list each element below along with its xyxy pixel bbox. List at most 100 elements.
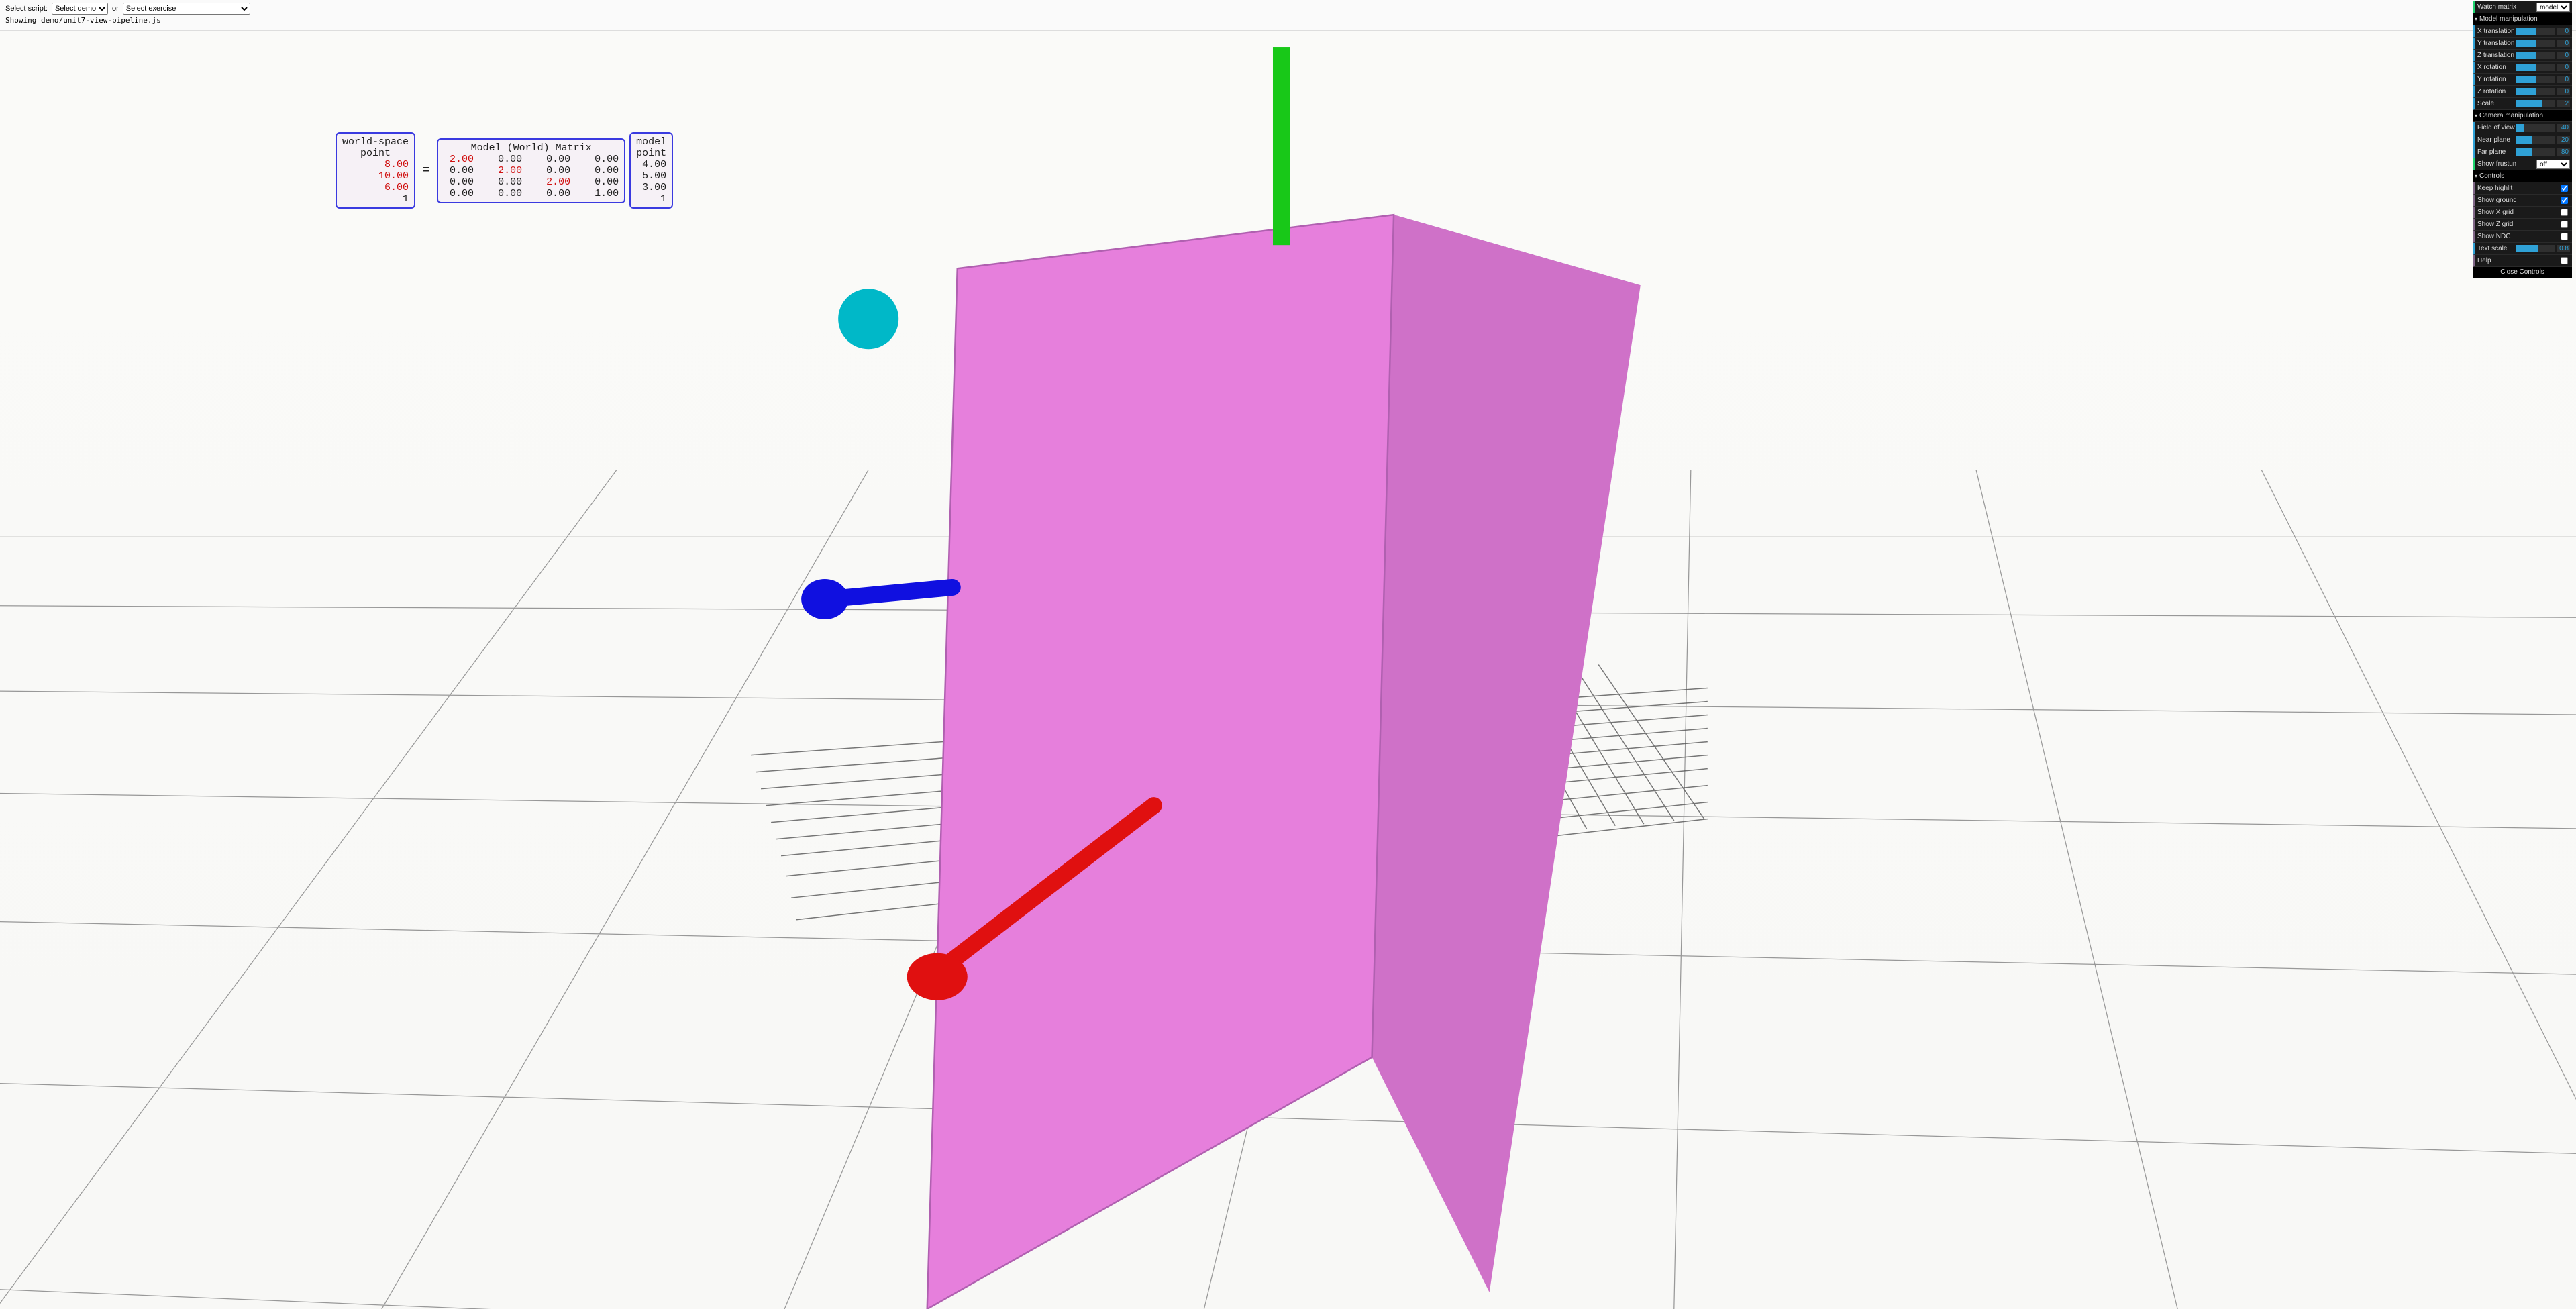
world-row-3: 1 (342, 193, 409, 205)
slider-far-plane[interactable] (2516, 148, 2555, 156)
model-row-1: 5.00 (636, 170, 666, 182)
control-label: Keep highlit (2477, 185, 2516, 192)
slider-y-rotation[interactable] (2516, 76, 2555, 83)
close-controls-button[interactable]: Close Controls (2473, 267, 2572, 278)
control-z-translation: Z translation 0 (2473, 50, 2572, 62)
checkbox-show-ndc[interactable] (2561, 233, 2568, 240)
slider-y-translation[interactable] (2516, 40, 2555, 47)
matrix-row-3: 0.00 0.00 0.00 1.00 (444, 188, 619, 199)
checkbox-keep-highlit[interactable] (2561, 185, 2568, 192)
control-label: X translation (2477, 28, 2516, 35)
select-demo-dropdown[interactable]: Select demo (52, 3, 108, 15)
model-row-3: 1 (636, 193, 666, 205)
model-row-2: 3.00 (636, 182, 666, 193)
control-field-of-view: Field of view 40 (2473, 122, 2572, 134)
slider-field-of-view[interactable] (2516, 124, 2555, 132)
value-y-translation[interactable]: 0 (2557, 40, 2570, 47)
world-row-1: 10.00 (342, 170, 409, 182)
control-label: Show Z grid (2477, 221, 2516, 228)
model-point-box: modelpoint 4.00 5.00 3.00 1 (629, 132, 673, 209)
cube (927, 215, 1641, 1309)
control-near-plane: Near plane 20 (2473, 134, 2572, 146)
section-header[interactable]: ▾Model manipulation (2473, 13, 2572, 25)
control-show-frustum: Show frustum offon (2473, 158, 2572, 170)
select-script-label: Select script: (5, 5, 48, 13)
checkbox-show-z-grid[interactable] (2561, 221, 2568, 228)
or-label: or (112, 5, 119, 13)
slider-near-plane[interactable] (2516, 136, 2555, 144)
control-label: Text scale (2477, 245, 2516, 252)
control-x-rotation: X rotation 0 (2473, 62, 2572, 74)
model-row-0: 4.00 (636, 159, 666, 170)
matrix-overlay: world-spacepoint 8.00 10.00 6.00 1 = Mod… (336, 132, 673, 209)
control-label: Help (2477, 257, 2516, 264)
control-label: Near plane (2477, 136, 2516, 144)
value-x-rotation[interactable]: 0 (2557, 64, 2570, 71)
control-far-plane: Far plane 80 (2473, 146, 2572, 158)
value-field-of-view[interactable]: 40 (2557, 124, 2570, 132)
control-show-ndc: Show NDC (2473, 231, 2572, 243)
control-label: Y translation (2477, 40, 2516, 47)
control-label: X rotation (2477, 64, 2516, 71)
control-label: Y rotation (2477, 76, 2516, 83)
value-near-plane[interactable]: 20 (2557, 136, 2570, 144)
control-label: Far plane (2477, 148, 2516, 156)
control-label: Z rotation (2477, 88, 2516, 95)
showing-path: Showing demo/unit7-view-pipeline.js (5, 16, 2571, 25)
value-text-scale[interactable]: 0.8 (2557, 245, 2570, 252)
control-label: Show X grid (2477, 209, 2516, 216)
section-header[interactable]: ▾Camera manipulation (2473, 110, 2572, 122)
slider-z-rotation[interactable] (2516, 88, 2555, 95)
control-z-rotation: Z rotation 0 (2473, 86, 2572, 98)
slider-text-scale[interactable] (2516, 245, 2555, 252)
select-show-frustum[interactable]: offon (2536, 160, 2570, 169)
control-label: Show frustum (2477, 160, 2516, 168)
value-scale[interactable]: 2 (2557, 100, 2570, 107)
world-point-title: world-spacepoint (342, 136, 409, 159)
control-text-scale: Text scale 0.8 (2473, 243, 2572, 255)
control-label: Show ground (2477, 197, 2516, 204)
control-label: Field of view (2477, 124, 2516, 132)
select-exercise-dropdown[interactable]: Select exercise (123, 3, 250, 15)
watch-matrix-label: Watch matrix (2477, 3, 2516, 11)
checkbox-help[interactable] (2561, 257, 2568, 264)
control-help: Help (2473, 255, 2572, 267)
control-label: Z translation (2477, 52, 2516, 59)
control-y-translation: Y translation 0 (2473, 38, 2572, 50)
equals-sign: = (419, 163, 433, 178)
topbar: Select script: Select demo or Select exe… (0, 0, 2576, 31)
checkbox-show-ground[interactable] (2561, 197, 2568, 204)
control-scale: Scale 2 (2473, 98, 2572, 110)
control-keep-highlit: Keep highlit (2473, 182, 2572, 195)
value-y-rotation[interactable]: 0 (2557, 76, 2570, 83)
control-label: Scale (2477, 100, 2516, 107)
control-show-x-grid: Show X grid (2473, 207, 2572, 219)
control-label: Show NDC (2477, 233, 2516, 240)
control-show-ground: Show ground (2473, 195, 2572, 207)
matrix-title: Model (World) Matrix (444, 142, 619, 154)
value-far-plane[interactable]: 80 (2557, 148, 2570, 156)
model-point-title: modelpoint (636, 136, 666, 159)
slider-scale[interactable] (2516, 100, 2555, 107)
world-row-0: 8.00 (342, 159, 409, 170)
model-world-matrix-box: Model (World) Matrix 2.00 0.00 0.00 0.00… (437, 138, 625, 203)
value-z-rotation[interactable]: 0 (2557, 88, 2570, 95)
world-space-point-box: world-spacepoint 8.00 10.00 6.00 1 (336, 132, 415, 209)
value-z-translation[interactable]: 0 (2557, 52, 2570, 59)
matrix-row-1: 0.00 2.00 0.00 0.00 (444, 165, 619, 176)
control-panel: Watch matrix modelviewprojection ▾Model … (2473, 1, 2572, 278)
slider-z-translation[interactable] (2516, 52, 2555, 59)
matrix-row-2: 0.00 0.00 2.00 0.00 (444, 176, 619, 188)
control-x-translation: X translation 0 (2473, 25, 2572, 38)
section-header[interactable]: ▾Controls (2473, 170, 2572, 182)
control-y-rotation: Y rotation 0 (2473, 74, 2572, 86)
slider-x-translation[interactable] (2516, 28, 2555, 35)
slider-x-rotation[interactable] (2516, 64, 2555, 71)
control-show-z-grid: Show Z grid (2473, 219, 2572, 231)
world-point-marker (838, 289, 898, 349)
value-x-translation[interactable]: 0 (2557, 28, 2570, 35)
watch-matrix-row: Watch matrix modelviewprojection (2473, 1, 2572, 13)
checkbox-show-x-grid[interactable] (2561, 209, 2568, 216)
world-row-2: 6.00 (342, 182, 409, 193)
watch-matrix-select[interactable]: modelviewprojection (2536, 3, 2570, 12)
